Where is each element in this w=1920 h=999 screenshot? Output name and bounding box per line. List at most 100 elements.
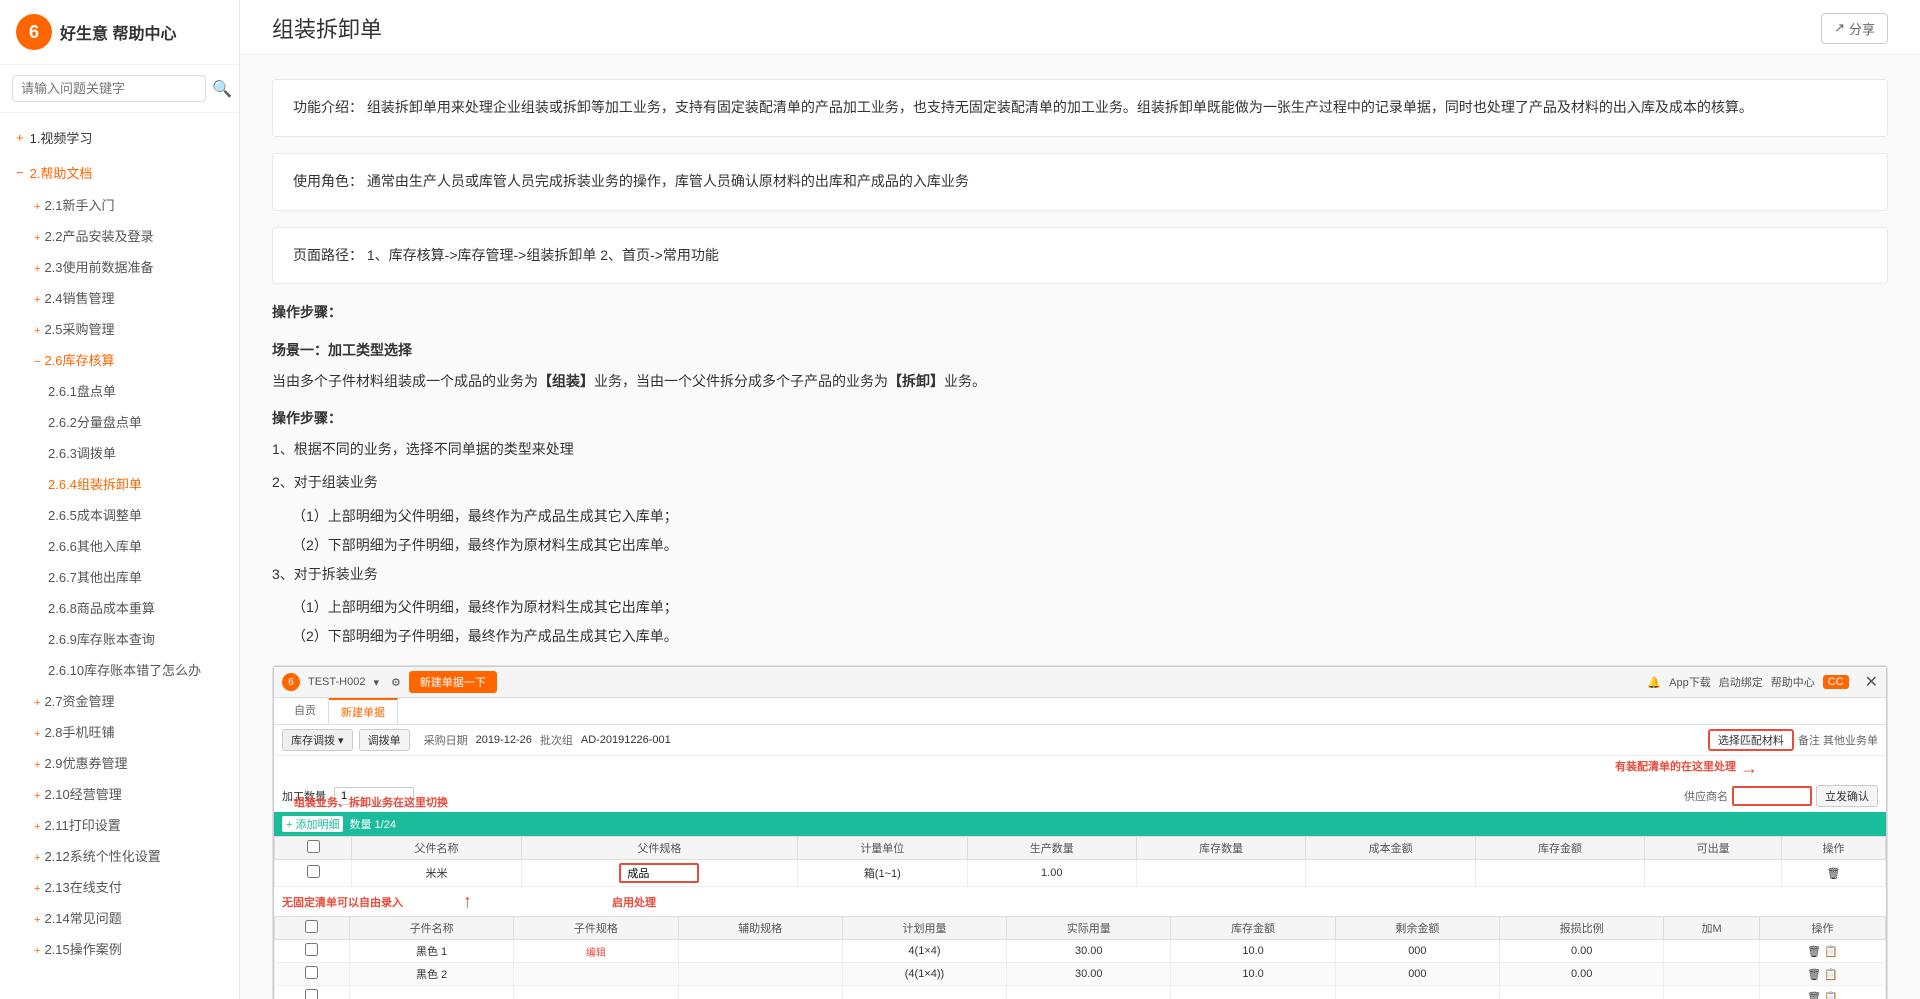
sidebar-item-ops[interactable]: +2.10经营管理 (0, 778, 239, 809)
mock-settings-icon: ⚙ (391, 676, 401, 689)
path-box: 页面路径： 1、库存核算->库存管理->组装拆卸单 2、首页->常用功能 (272, 227, 1888, 285)
mock-close-icon[interactable]: ✕ (1865, 672, 1878, 692)
step-2-1: （1）上部明细为父件明细，最终作为产成品生成其它入库单； (272, 504, 1888, 529)
sidebar-item-install[interactable]: +2.2产品安装及登录 (0, 220, 239, 251)
th-stock-amt: 库存金额 (1475, 837, 1644, 860)
annotation-row-1: 有装配清单的在这里处理 → (274, 756, 1886, 781)
td-spec (521, 860, 797, 887)
content-body: 操作步骤： 场景一：加工类型选择 当由多个子件材料组装成一个成品的业务为【组装】… (272, 300, 1888, 649)
sidebar-item-help-docs[interactable]: − 2.帮助文档 (0, 156, 239, 189)
th-b-actual-qty: 实际用量 (1007, 917, 1171, 940)
sidebar-item-finance[interactable]: +2.7资金管理 (0, 685, 239, 716)
th-b-loss: 报损比例 (1500, 917, 1664, 940)
mock-shop-input[interactable] (1732, 786, 1812, 806)
nav-group-label: 2.帮助文档 (30, 163, 93, 182)
intro-box: 功能介绍： 组装拆卸单用来处理企业组装或拆卸等加工业务，支持有固定装配清单的产品… (272, 79, 1888, 137)
cb2[interactable] (305, 966, 318, 979)
td-b-name-2: 黑色 2 (349, 963, 513, 986)
mock-btn-new[interactable]: 新建单据一下 (409, 671, 497, 693)
mock-table-top: 父件名称 父件规格 计量单位 生产数量 库存数量 成本金额 库存金额 可出量 操… (274, 836, 1886, 887)
sidebar-item-cases[interactable]: +2.15操作案例 (0, 933, 239, 964)
th-avail: 可出量 (1645, 837, 1782, 860)
sidebar-item-stocktake[interactable]: 2.6.1盘点单 (0, 375, 239, 406)
sidebar-item-faq[interactable]: +2.14常见问题 (0, 902, 239, 933)
sidebar-item-newbie[interactable]: +2.1新手入门 (0, 189, 239, 220)
mock-date-value: 2019-12-26 (476, 734, 532, 746)
mock-tabs-row: 自贡 新建单据 (274, 698, 1886, 725)
mock-confirm-btn[interactable]: 立发确认 (1816, 785, 1878, 807)
td-checkbox-input[interactable] (307, 865, 320, 878)
arrow-up-icon: ↑ (463, 891, 472, 912)
annotation-enable: 启用处理 (612, 894, 656, 910)
path-text: 1、库存核算->库存管理->组装拆卸单 2、首页->常用功能 (367, 247, 719, 263)
sidebar-item-data-prep[interactable]: +2.3使用前数据准备 (0, 251, 239, 282)
sidebar-item-purchase[interactable]: +2.5采购管理 (0, 313, 239, 344)
mock-section-add[interactable]: + 添加明细 (282, 816, 343, 832)
th-parent-name: 父件名称 (352, 837, 521, 860)
td-stock-amt (1475, 860, 1644, 887)
cb3[interactable] (305, 989, 318, 999)
sidebar-item-transfer[interactable]: 2.6.3调拨单 (0, 437, 239, 468)
mock-section-area: + 添加明细 数量 1/24 组装业务、拆卸业务在这里切换 (274, 812, 1886, 836)
share-button[interactable]: ↗ 分享 (1821, 13, 1888, 44)
table-row: 黑色 2 (4(1×4))30.0010.00000.00🗑 📋 (275, 963, 1886, 986)
nav-group-1: + 1.视频学习 (0, 121, 239, 154)
td-action: 🗑 (1781, 860, 1885, 887)
mock-tenant-id: TEST-H002 (308, 676, 365, 688)
sidebar-item-cost-adj[interactable]: 2.6.5成本调整单 (0, 499, 239, 530)
sidebar-item-ledger-query[interactable]: 2.6.9库存账本查询 (0, 623, 239, 654)
mock-btn-list[interactable]: 调拨单 (359, 729, 410, 751)
sidebar-item-coupon[interactable]: +2.9优惠券管理 (0, 747, 239, 778)
mock-app: 6 TEST-H002 ▾ ⚙ 新建单据一下 🔔 App下载 启动绑定 帮助中心… (273, 666, 1887, 999)
cb1[interactable] (305, 943, 318, 956)
search-input[interactable] (12, 75, 206, 102)
th-checkbox-input[interactable] (307, 840, 320, 853)
sidebar-item-video-learning[interactable]: + 1.视频学习 (0, 121, 239, 154)
mock-btn-match[interactable]: 选择匹配材料 (1708, 729, 1794, 751)
sidebar-item-other-out[interactable]: 2.6.7其他出库单 (0, 561, 239, 592)
expand-icon: + (16, 130, 24, 145)
path-label: 页面路径： (293, 247, 363, 263)
th-b-child-name: 子件名称 (349, 917, 513, 940)
screenshot-container: 6 TEST-H002 ▾ ⚙ 新建单据一下 🔔 App下载 启动绑定 帮助中心… (272, 665, 1888, 999)
sidebar-item-mobile[interactable]: +2.8手机旺铺 (0, 716, 239, 747)
mock-appdownload: App下载 (1669, 674, 1711, 690)
mock-table-top-container: 父件名称 父件规格 计量单位 生产数量 库存数量 成本金额 库存金额 可出量 操… (274, 836, 1886, 887)
mock-ops-btns: 备注 其他业务单 (1798, 732, 1878, 748)
logo-icon: 6 (16, 14, 52, 50)
sidebar-item-sales[interactable]: +2.4销售管理 (0, 282, 239, 313)
sidebar-item-cost-recalc[interactable]: 2.6.8商品成本重算 (0, 592, 239, 623)
sidebar-item-assembly[interactable]: 2.6.4组装拆卸单 (0, 468, 239, 499)
mock-date-label: 采购日期 (424, 732, 468, 748)
mock-tab-new[interactable]: 新建单据 (329, 698, 398, 724)
collapse-icon: − (16, 165, 24, 180)
th-b-checkbox (275, 917, 350, 940)
mock-btn-save[interactable]: 库存调拨 ▾ (282, 729, 353, 751)
nav-tree: + 1.视频学习 − 2.帮助文档 +2.1新手入门 +2.2产品安装及登录 +… (0, 113, 239, 999)
content-area: 功能介绍： 组装拆卸单用来处理企业组装或拆卸等加工业务，支持有固定装配清单的产品… (240, 55, 1920, 999)
table-row: 🗑 📋 (275, 986, 1886, 999)
td-spec-input[interactable] (619, 863, 699, 883)
td-unit: 箱(1~1) (798, 860, 967, 887)
sidebar-item-inventory[interactable]: −2.6库存核算 (0, 344, 239, 375)
th-b-checkbox-input[interactable] (305, 920, 318, 933)
td-b-spec-1: 编辑 (514, 940, 678, 963)
mock-dropdown-icon: ▾ (373, 676, 379, 689)
step-3-1: （1）上部明细为父件明细，最终作为原材料生成其它出库单； (272, 595, 1888, 620)
nav-group-2: − 2.帮助文档 +2.1新手入门 +2.2产品安装及登录 +2.3使用前数据准… (0, 156, 239, 964)
th-ops: 操作 (1781, 837, 1885, 860)
sidebar-item-partial-stocktake[interactable]: 2.6.2分量盘点单 (0, 406, 239, 437)
th-checkbox (275, 837, 352, 860)
sidebar-item-payment[interactable]: +2.13在线支付 (0, 871, 239, 902)
step-2: 2、对于组装业务 (272, 470, 1888, 495)
arrow-icon-1: → (1740, 758, 1758, 779)
sidebar-item-print[interactable]: +2.11打印设置 (0, 809, 239, 840)
search-icon[interactable]: 🔍 (212, 79, 232, 99)
sidebar-item-ledger-fix[interactable]: 2.6.10库存账本错了怎么办 (0, 654, 239, 685)
role-label: 使用角色： (293, 173, 363, 189)
sidebar-item-other-in[interactable]: 2.6.6其他入库单 (0, 530, 239, 561)
mock-tab-home[interactable]: 自贡 (282, 698, 329, 724)
intro-label: 功能介绍： (293, 99, 363, 115)
sidebar-item-personalize[interactable]: +2.12系统个性化设置 (0, 840, 239, 871)
ops-label: 操作步骤： (272, 300, 1888, 325)
